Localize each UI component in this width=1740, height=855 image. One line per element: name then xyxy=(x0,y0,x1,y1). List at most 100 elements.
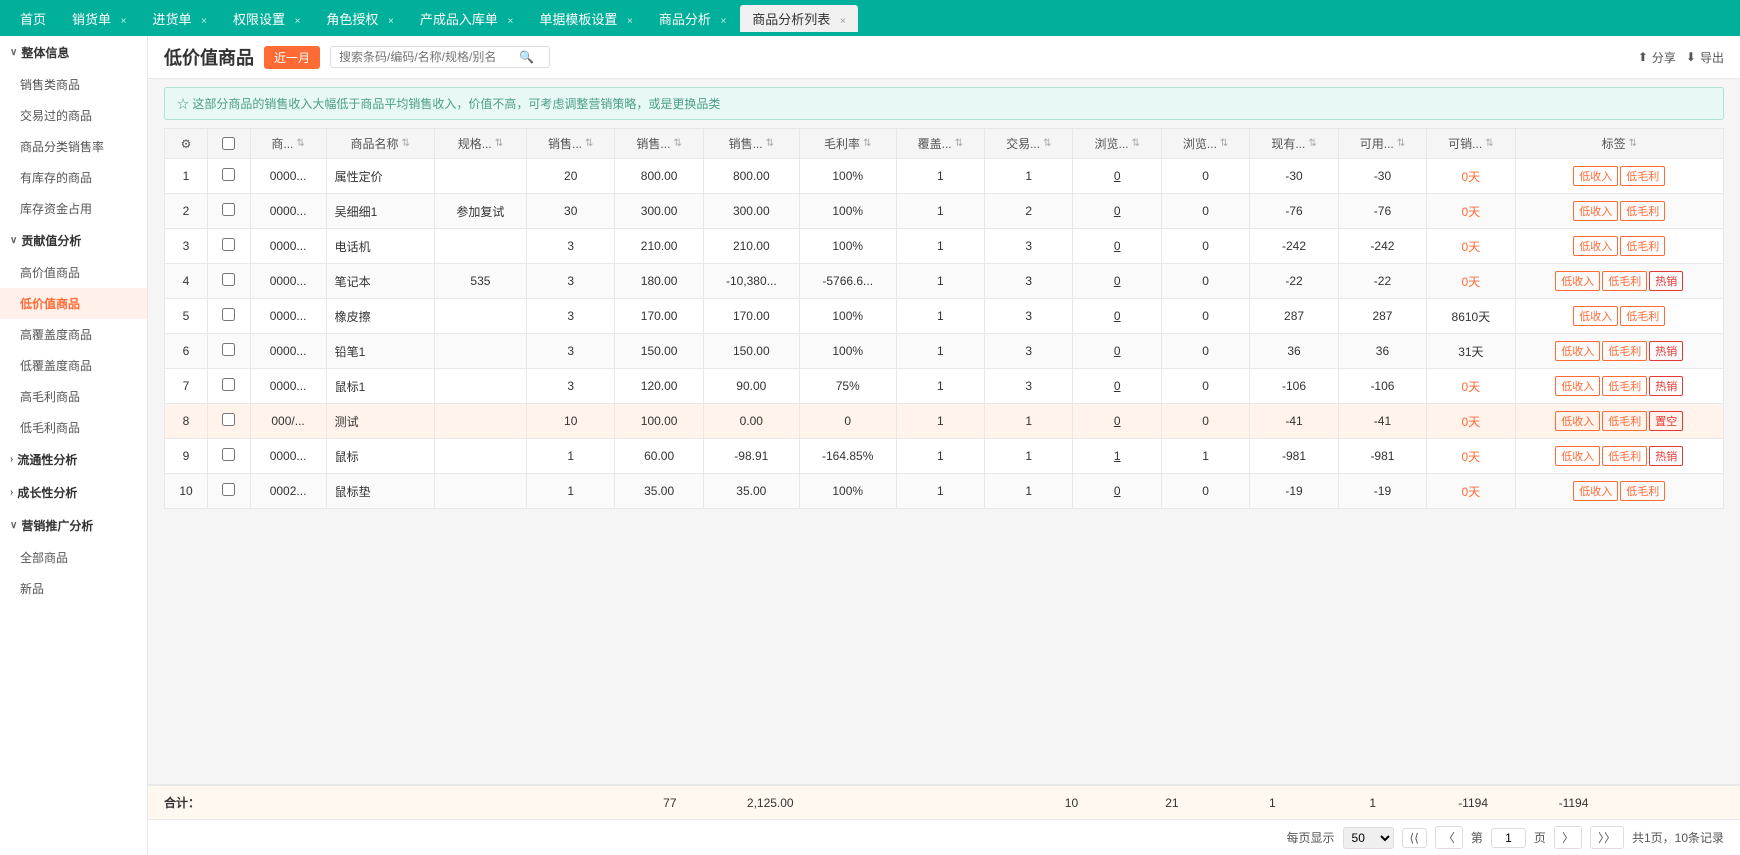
row-checkbox[interactable] xyxy=(222,448,235,461)
col-trade[interactable]: 交易... ⇅ xyxy=(985,129,1073,159)
browse1-link[interactable]: 0 xyxy=(1114,204,1121,218)
nav-sales[interactable]: 销货单 × xyxy=(60,5,138,32)
col-saleable[interactable]: 可销... ⇅ xyxy=(1427,129,1515,159)
page-input[interactable] xyxy=(1491,828,1526,848)
cell-checkbox[interactable] xyxy=(208,439,251,474)
nav-permission[interactable]: 权限设置 × xyxy=(221,5,312,32)
prev-page-btn[interactable]: 〈 xyxy=(1435,826,1463,849)
cell-checkbox[interactable] xyxy=(208,159,251,194)
nav-home[interactable]: 首页 xyxy=(8,5,58,32)
sidebar-item-high-margin[interactable]: 高毛利商品 xyxy=(0,381,147,412)
first-page-btn[interactable]: ⟨⟨ xyxy=(1402,828,1427,848)
row-checkbox[interactable] xyxy=(222,378,235,391)
sidebar-item-stock-goods[interactable]: 有库存的商品 xyxy=(0,162,147,193)
cell-browse1[interactable]: 0 xyxy=(1073,159,1161,194)
row-checkbox[interactable] xyxy=(222,168,235,181)
row-checkbox[interactable] xyxy=(222,203,235,216)
cell-browse1[interactable]: 1 xyxy=(1073,439,1161,474)
col-coverage[interactable]: 覆盖... ⇅ xyxy=(896,129,984,159)
select-all-checkbox[interactable] xyxy=(222,137,235,150)
share-btn[interactable]: ⬆ 分享 xyxy=(1638,49,1676,66)
browse1-link[interactable]: 0 xyxy=(1114,484,1121,498)
nav-analysis-list[interactable]: 商品分析列表 × xyxy=(740,5,857,32)
sidebar-item-new-goods[interactable]: 新品 xyxy=(0,573,147,604)
cell-browse1[interactable]: 0 xyxy=(1073,369,1161,404)
cell-checkbox[interactable] xyxy=(208,229,251,264)
sidebar-item-sales-goods[interactable]: 销售类商品 xyxy=(0,69,147,100)
cell-checkbox[interactable] xyxy=(208,474,251,509)
col-avail[interactable]: 可用... ⇅ xyxy=(1338,129,1426,159)
sidebar-item-low-value[interactable]: 低价值商品 xyxy=(0,288,147,319)
cell-browse1[interactable]: 0 xyxy=(1073,299,1161,334)
cell-code: 0000... xyxy=(250,264,326,299)
cell-stock: -19 xyxy=(1250,474,1338,509)
row-checkbox[interactable] xyxy=(222,343,235,356)
cell-browse1[interactable]: 0 xyxy=(1073,229,1161,264)
sidebar-group-overall[interactable]: ∨ 整体信息 xyxy=(0,36,147,69)
nav-product-in[interactable]: 产成品入库单 × xyxy=(408,5,525,32)
cell-checkbox[interactable] xyxy=(208,404,251,439)
sidebar-item-all-goods[interactable]: 全部商品 xyxy=(0,542,147,573)
sidebar-item-category-rate[interactable]: 商品分类销售率 xyxy=(0,131,147,162)
row-checkbox[interactable] xyxy=(222,413,235,426)
browse1-link[interactable]: 0 xyxy=(1114,274,1121,288)
cell-browse1[interactable]: 0 xyxy=(1073,474,1161,509)
col-sales-amt[interactable]: 销售... ⇅ xyxy=(615,129,703,159)
cell-browse1[interactable]: 0 xyxy=(1073,334,1161,369)
browse1-link[interactable]: 0 xyxy=(1114,239,1121,253)
col-name[interactable]: 商品名称 ⇅ xyxy=(326,129,434,159)
sidebar-item-low-coverage[interactable]: 低覆盖度商品 xyxy=(0,350,147,381)
col-stock[interactable]: 现有... ⇅ xyxy=(1250,129,1338,159)
sidebar-group-marketing[interactable]: ∨ 营销推广分析 xyxy=(0,509,147,542)
browse1-link[interactable]: 0 xyxy=(1114,414,1121,428)
sidebar-group-growth[interactable]: › 成长性分析 xyxy=(0,476,147,509)
info-banner: ☆ 这部分商品的销售收入大幅低于商品平均销售收入，价值不高，可考虑调整营销策略，… xyxy=(164,87,1724,120)
cell-checkbox[interactable] xyxy=(208,264,251,299)
cell-checkbox[interactable] xyxy=(208,334,251,369)
cell-checkbox[interactable] xyxy=(208,299,251,334)
browse1-link[interactable]: 0 xyxy=(1114,169,1121,183)
row-checkbox[interactable] xyxy=(222,238,235,251)
col-tags[interactable]: 标签 ⇅ xyxy=(1515,129,1723,159)
col-spec[interactable]: 规格... ⇅ xyxy=(434,129,526,159)
browse1-link[interactable]: 0 xyxy=(1114,379,1121,393)
next-page-btn[interactable]: 〉 xyxy=(1554,826,1582,849)
cell-browse1[interactable]: 0 xyxy=(1073,264,1161,299)
nav-purchase[interactable]: 进货单 × xyxy=(140,5,218,32)
cell-checkbox[interactable] xyxy=(208,194,251,229)
col-sales3[interactable]: 销售... ⇅ xyxy=(703,129,799,159)
col-checkbox[interactable] xyxy=(208,129,251,159)
sidebar-group-circulation[interactable]: › 流通性分析 xyxy=(0,443,147,476)
nav-analysis[interactable]: 商品分析 × xyxy=(647,5,738,32)
sidebar-item-stock-value[interactable]: 库存资金占用 xyxy=(0,193,147,224)
last-page-btn[interactable]: 〉〉 xyxy=(1590,826,1624,849)
cell-browse1[interactable]: 0 xyxy=(1073,194,1161,229)
per-page-select[interactable]: 50 100 200 xyxy=(1343,827,1394,849)
row-checkbox[interactable] xyxy=(222,483,235,496)
row-checkbox[interactable] xyxy=(222,308,235,321)
browse1-link[interactable]: 0 xyxy=(1114,344,1121,358)
sidebar-item-high-value[interactable]: 高价值商品 xyxy=(0,257,147,288)
sidebar-group-contribution[interactable]: ∨ 贡献值分析 xyxy=(0,224,147,257)
search-input[interactable] xyxy=(339,50,519,64)
nav-template[interactable]: 单据模板设置 × xyxy=(527,5,644,32)
cell-checkbox[interactable] xyxy=(208,369,251,404)
sidebar-item-low-margin[interactable]: 低毛利商品 xyxy=(0,412,147,443)
col-browse2[interactable]: 浏览... ⇅ xyxy=(1161,129,1249,159)
nav-role[interactable]: 角色授权 × xyxy=(314,5,405,32)
col-code[interactable]: 商... ⇅ xyxy=(250,129,326,159)
sidebar-item-traded-goods[interactable]: 交易过的商品 xyxy=(0,100,147,131)
cell-browse1[interactable]: 0 xyxy=(1073,404,1161,439)
col-browse1[interactable]: 浏览... ⇅ xyxy=(1073,129,1161,159)
export-btn[interactable]: ⬇ 导出 xyxy=(1686,49,1724,66)
row-checkbox[interactable] xyxy=(222,273,235,286)
browse1-link[interactable]: 0 xyxy=(1114,309,1121,323)
sidebar-item-high-coverage[interactable]: 高覆盖度商品 xyxy=(0,319,147,350)
cell-gross-rate: -164.85% xyxy=(799,439,896,474)
filter-period-btn[interactable]: 近一月 xyxy=(264,46,320,69)
col-gross-rate[interactable]: 毛利率 ⇅ xyxy=(799,129,896,159)
search-icon[interactable]: 🔍 xyxy=(519,50,534,64)
col-sales-qty[interactable]: 销售... ⇅ xyxy=(527,129,615,159)
col-settings[interactable]: ⚙ xyxy=(165,129,208,159)
browse1-link[interactable]: 1 xyxy=(1114,449,1121,463)
